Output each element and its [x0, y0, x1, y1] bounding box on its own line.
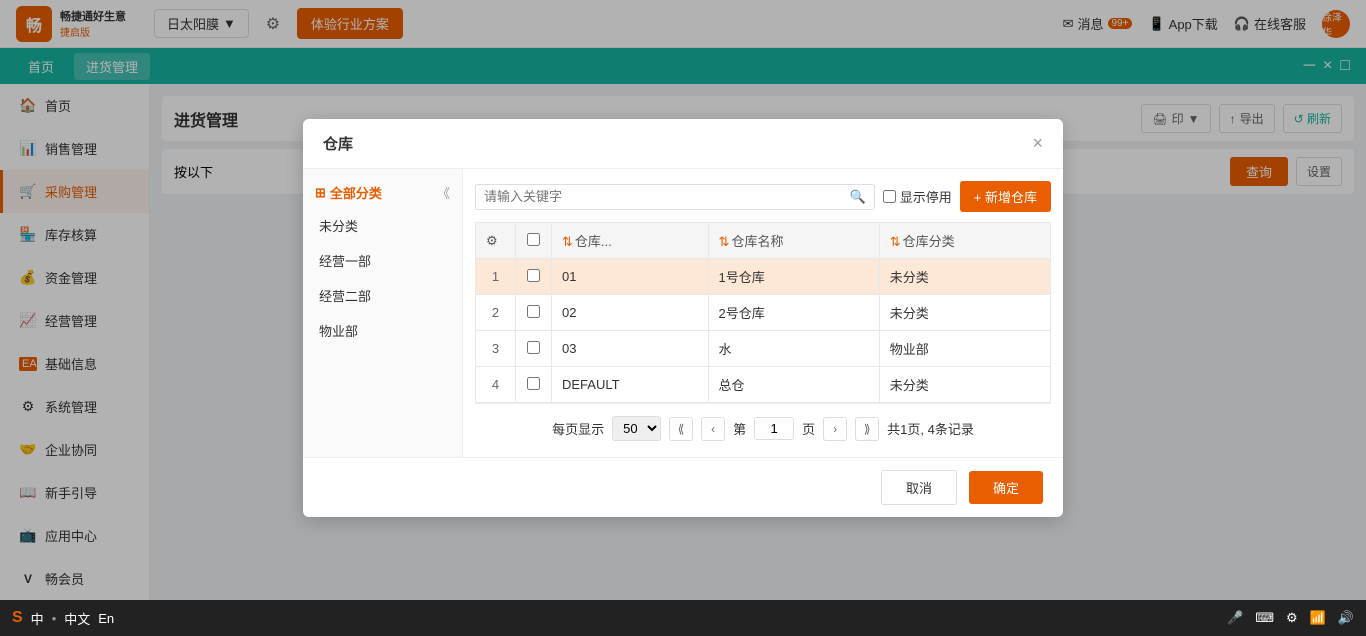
modal-category-property[interactable]: 物业部: [303, 313, 462, 348]
warehouse-table: ⚙ ⇅仓库... ⇅仓库名称 ⇅仓库分类 1 01: [475, 222, 1051, 403]
lang-cn-full[interactable]: 中文: [64, 609, 90, 628]
row-code: 01: [552, 259, 709, 295]
keyboard-icon[interactable]: ⌨: [1255, 610, 1274, 626]
row-name: 水: [708, 331, 879, 367]
collapse-icon[interactable]: 《: [437, 183, 450, 202]
row-code: DEFAULT: [552, 367, 709, 403]
warehouse-modal: 仓库 × ⊞ 全部分类 《 未分类 经营一部 经营二部 物业部: [303, 119, 1063, 517]
modal-overlay: 仓库 × ⊞ 全部分类 《 未分类 经营一部 经营二部 物业部: [0, 0, 1366, 636]
row-name: 总仓: [708, 367, 879, 403]
row-category: 未分类: [879, 259, 1050, 295]
modal-body: ⊞ 全部分类 《 未分类 经营一部 经营二部 物业部 🔍: [303, 169, 1063, 457]
show-disabled-checkbox[interactable]: [883, 190, 896, 203]
search-icon: 🔍: [850, 189, 866, 205]
search-input-wrap: 🔍: [475, 184, 875, 210]
col-name: ⇅仓库名称: [708, 223, 879, 259]
dot-separator: •: [52, 611, 57, 626]
modal-category-ops2[interactable]: 经营二部: [303, 278, 462, 313]
modal-category-unclassified[interactable]: 未分类: [303, 208, 462, 243]
modal-main: 🔍 显示停用 + 新增仓库 ⚙: [463, 169, 1063, 457]
modal-category-ops1[interactable]: 经营一部: [303, 243, 462, 278]
row-checkbox[interactable]: [527, 305, 540, 318]
sort-icon: ⇅: [562, 234, 573, 249]
modal-sidebar-header: ⊞ 全部分类 《: [303, 177, 462, 208]
table-row[interactable]: 2 02 2号仓库 未分类: [476, 295, 1051, 331]
per-page-select[interactable]: 50: [612, 416, 661, 441]
search-input[interactable]: [484, 189, 846, 204]
col-gear: ⚙: [476, 223, 516, 259]
grid-icon: ⊞: [315, 185, 326, 201]
row-category: 未分类: [879, 295, 1050, 331]
volume-icon[interactable]: 🔊: [1338, 610, 1354, 626]
table-row[interactable]: 3 03 水 物业部: [476, 331, 1051, 367]
modal-header: 仓库 ×: [303, 119, 1063, 169]
per-page-label: 每页显示: [552, 419, 604, 438]
col-category: ⇅仓库分类: [879, 223, 1050, 259]
modal-category-sidebar: ⊞ 全部分类 《 未分类 经营一部 经营二部 物业部: [303, 169, 463, 457]
row-checkbox[interactable]: [527, 341, 540, 354]
page-label: 第: [733, 419, 746, 438]
row-category: 物业部: [879, 331, 1050, 367]
brand-bottom-icon: S: [12, 609, 23, 627]
row-name: 2号仓库: [708, 295, 879, 331]
row-number: 1: [476, 259, 516, 295]
select-all-checkbox[interactable]: [527, 233, 540, 246]
row-name: 1号仓库: [708, 259, 879, 295]
row-number: 3: [476, 331, 516, 367]
page-unit: 页: [802, 419, 815, 438]
sort-icon-cat: ⇅: [890, 234, 901, 249]
row-code: 03: [552, 331, 709, 367]
row-checkbox[interactable]: [527, 377, 540, 390]
lang-en[interactable]: En: [98, 611, 114, 626]
gear-icon: ⚙: [486, 233, 498, 248]
mic-icon[interactable]: 🎤: [1227, 610, 1243, 626]
table-row[interactable]: 4 DEFAULT 总仓 未分类: [476, 367, 1051, 403]
col-code: ⇅仓库...: [552, 223, 709, 259]
network-icon[interactable]: 📶: [1310, 610, 1326, 626]
bottom-bar: S 中 • 中文 En 🎤 ⌨ ⚙ 📶 🔊: [0, 600, 1366, 636]
next-page-btn[interactable]: ›: [823, 417, 847, 441]
lang-cn[interactable]: 中: [31, 609, 44, 628]
table-header: ⚙ ⇅仓库... ⇅仓库名称 ⇅仓库分类: [476, 223, 1051, 259]
sort-icon-name: ⇅: [719, 234, 730, 249]
row-number: 4: [476, 367, 516, 403]
add-warehouse-btn[interactable]: + 新增仓库: [960, 181, 1051, 212]
settings-tray-icon[interactable]: ⚙: [1286, 610, 1298, 626]
prev-page-btn[interactable]: ‹: [701, 417, 725, 441]
cancel-btn[interactable]: 取消: [881, 470, 957, 505]
col-checkbox: [516, 223, 552, 259]
row-category: 未分类: [879, 367, 1050, 403]
row-checkbox[interactable]: [527, 269, 540, 282]
modal-footer: 取消 确定: [303, 457, 1063, 517]
page-input[interactable]: [754, 417, 794, 440]
row-code: 02: [552, 295, 709, 331]
total-info: 共1页, 4条记录: [887, 419, 974, 438]
table-row[interactable]: 1 01 1号仓库 未分类: [476, 259, 1051, 295]
pagination-bar: 每页显示 50 ⟪ ‹ 第 页 › ⟫ 共1页, 4条记录: [475, 403, 1051, 445]
modal-close-btn[interactable]: ×: [1032, 133, 1043, 154]
table-container: ⚙ ⇅仓库... ⇅仓库名称 ⇅仓库分类 1 01: [475, 222, 1051, 403]
last-page-btn[interactable]: ⟫: [855, 417, 879, 441]
modal-toolbar: 🔍 显示停用 + 新增仓库: [475, 181, 1051, 212]
confirm-btn[interactable]: 确定: [969, 471, 1043, 504]
row-number: 2: [476, 295, 516, 331]
modal-all-category[interactable]: ⊞ 全部分类: [315, 183, 382, 202]
modal-title: 仓库: [323, 133, 353, 154]
table-body: 1 01 1号仓库 未分类 2 02 2号仓库: [476, 259, 1051, 403]
show-disabled-label[interactable]: 显示停用: [883, 187, 952, 206]
first-page-btn[interactable]: ⟪: [669, 417, 693, 441]
